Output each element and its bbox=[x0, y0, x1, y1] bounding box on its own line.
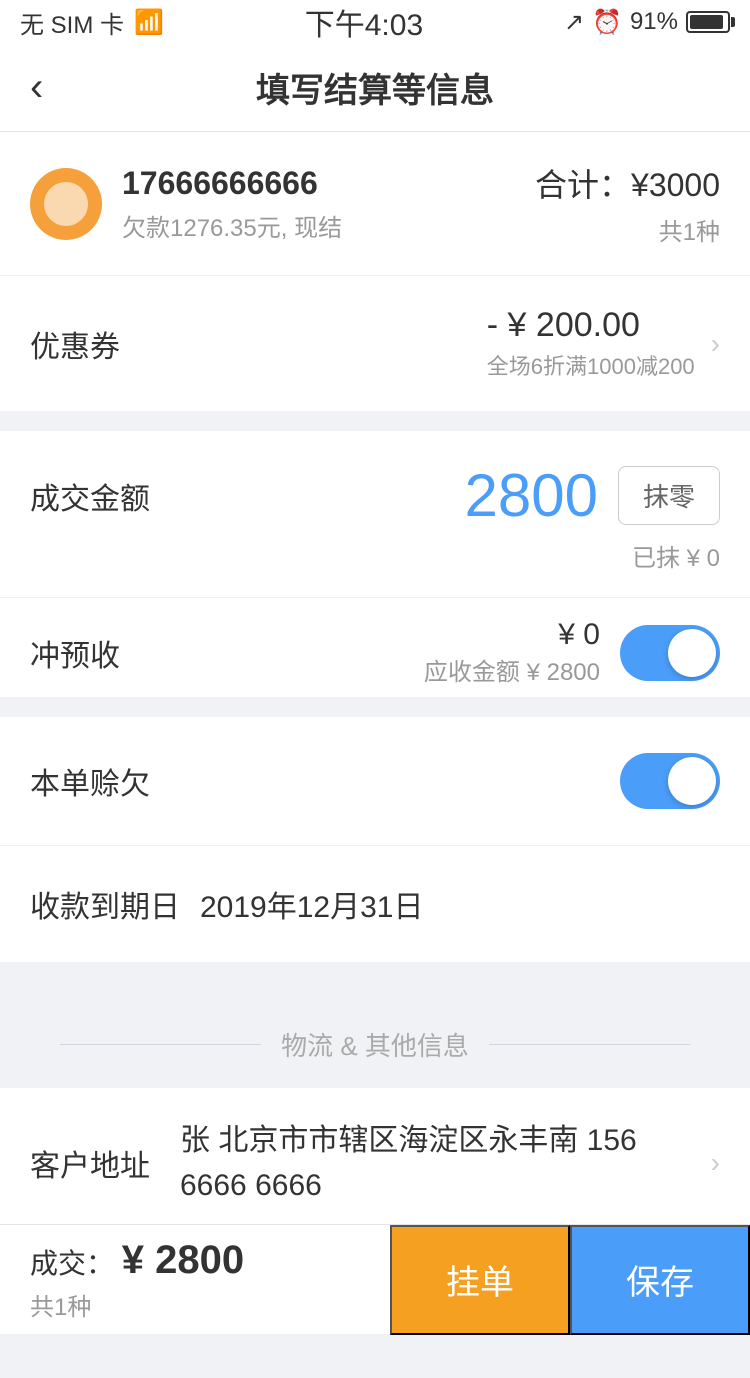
due-date-row: 收款到期日 2019年12月31日 bbox=[0, 845, 750, 962]
wifi-icon: 📶 bbox=[134, 8, 164, 37]
due-date-value: 2019年12月31日 bbox=[200, 882, 423, 926]
coupon-amount: - ¥ 200.00 bbox=[487, 306, 695, 345]
customer-total: 合计：¥3000 共1种 bbox=[535, 160, 720, 247]
battery-icon bbox=[686, 11, 730, 33]
page-title: 填写结算等信息 bbox=[256, 63, 494, 112]
coupon-label: 优惠券 bbox=[30, 322, 120, 366]
battery-fill bbox=[690, 15, 723, 29]
address-card: 客户地址 张 北京市市辖区海淀区永丰南 156 6666 6666 › bbox=[0, 1087, 750, 1238]
credit-card: 本单赊欠 收款到期日 2019年12月31日 bbox=[0, 717, 750, 962]
total-value: ¥3000 bbox=[631, 167, 720, 203]
total-label: 合计： bbox=[535, 167, 631, 203]
status-left: 无 SIM 卡 📶 bbox=[20, 5, 164, 40]
bottom-deal-label: 成交： bbox=[30, 1248, 114, 1279]
credit-toggle[interactable] bbox=[620, 753, 720, 809]
content-area: 17666666666 欠款1276.35元, 现结 合计：¥3000 共1种 … bbox=[0, 132, 750, 1378]
coupon-row[interactable]: 优惠券 - ¥ 200.00 全场6折满1000减200 › bbox=[0, 275, 750, 411]
hang-button[interactable]: 挂单 bbox=[390, 1225, 570, 1335]
prepay-right: ¥ 0 应收金额 ¥ 2800 bbox=[424, 618, 720, 687]
bottom-deal-sub: 共1种 bbox=[30, 1287, 360, 1322]
logistics-section-title: 物流 & 其他信息 bbox=[261, 1026, 489, 1063]
bottom-summary: 成交： ¥ 2800 共1种 bbox=[0, 1238, 390, 1322]
bottom-bar: 成交： ¥ 2800 共1种 挂单 保存 bbox=[0, 1224, 750, 1334]
prepay-toggle[interactable] bbox=[620, 625, 720, 681]
status-time: 下午4:03 bbox=[305, 0, 423, 44]
due-date-label: 收款到期日 bbox=[30, 882, 180, 926]
section-divider bbox=[0, 982, 750, 1002]
coupon-chevron-icon: › bbox=[711, 328, 720, 360]
customer-info: 17666666666 欠款1276.35元, 现结 bbox=[122, 165, 535, 243]
customer-card: 17666666666 欠款1276.35元, 现结 合计：¥3000 共1种 … bbox=[0, 132, 750, 411]
deal-amount-row: 成交金额 2800 抹零 bbox=[0, 431, 750, 538]
deal-amount-sub: 已抹 ¥ 0 bbox=[0, 538, 750, 597]
bottom-deal-amount: ¥ 2800 bbox=[122, 1238, 244, 1282]
back-icon: ‹ bbox=[30, 65, 43, 110]
deal-amount-value: 2800 bbox=[465, 461, 598, 530]
status-bar: 无 SIM 卡 📶 下午4:03 ↗ ⏰ 91% bbox=[0, 0, 750, 44]
credit-toggle-knob bbox=[668, 757, 716, 805]
save-button[interactable]: 保存 bbox=[570, 1225, 750, 1335]
avatar bbox=[30, 168, 102, 240]
carrier-label: 无 SIM 卡 bbox=[20, 5, 124, 40]
prepay-label: 冲预收 bbox=[30, 631, 120, 675]
deal-amount-card: 成交金额 2800 抹零 已抹 ¥ 0 冲预收 ¥ 0 应收金额 ¥ 2800 bbox=[0, 431, 750, 697]
back-button[interactable]: ‹ bbox=[30, 65, 43, 110]
customer-row: 17666666666 欠款1276.35元, 现结 合计：¥3000 共1种 bbox=[0, 132, 750, 275]
avatar-icon bbox=[44, 182, 88, 226]
toggle-knob bbox=[668, 629, 716, 677]
address-label: 客户地址 bbox=[30, 1141, 150, 1185]
deal-amount-label: 成交金额 bbox=[30, 474, 150, 518]
prepay-amount: ¥ 0 bbox=[424, 618, 600, 652]
customer-sub: 欠款1276.35元, 现结 bbox=[122, 208, 535, 243]
address-chevron-icon: › bbox=[711, 1147, 720, 1179]
alarm-icon: ⏰ bbox=[592, 8, 622, 37]
round-zero-button[interactable]: 抹零 bbox=[618, 466, 720, 525]
customer-phone: 17666666666 bbox=[122, 165, 535, 202]
credit-row: 本单赊欠 bbox=[0, 717, 750, 845]
logistics-section-title-bar: 物流 & 其他信息 bbox=[0, 1002, 750, 1087]
coupon-right: - ¥ 200.00 全场6折满1000减200 › bbox=[487, 306, 720, 381]
address-row[interactable]: 客户地址 张 北京市市辖区海淀区永丰南 156 6666 6666 › bbox=[0, 1087, 750, 1238]
coupon-value-wrap: - ¥ 200.00 全场6折满1000减200 bbox=[487, 306, 695, 381]
battery-percent: 91% bbox=[630, 8, 678, 36]
coupon-desc: 全场6折满1000减200 bbox=[487, 349, 695, 381]
location-icon: ↗ bbox=[564, 8, 584, 37]
address-value: 张 北京市市辖区海淀区永丰南 156 6666 6666 bbox=[180, 1118, 711, 1208]
bottom-deal-line: 成交： ¥ 2800 bbox=[30, 1238, 360, 1283]
deal-value-wrap: 2800 抹零 bbox=[465, 461, 721, 530]
nav-bar: ‹ 填写结算等信息 bbox=[0, 44, 750, 132]
prepay-row: 冲预收 ¥ 0 应收金额 ¥ 2800 bbox=[0, 597, 750, 697]
prepay-sub: 应收金额 ¥ 2800 bbox=[424, 652, 600, 687]
credit-label: 本单赊欠 bbox=[30, 759, 150, 803]
total-sub: 共1种 bbox=[535, 212, 720, 247]
status-right: ↗ ⏰ 91% bbox=[564, 8, 730, 37]
total-amount: 合计：¥3000 bbox=[535, 160, 720, 206]
prepay-value-wrap: ¥ 0 应收金额 ¥ 2800 bbox=[424, 618, 600, 687]
